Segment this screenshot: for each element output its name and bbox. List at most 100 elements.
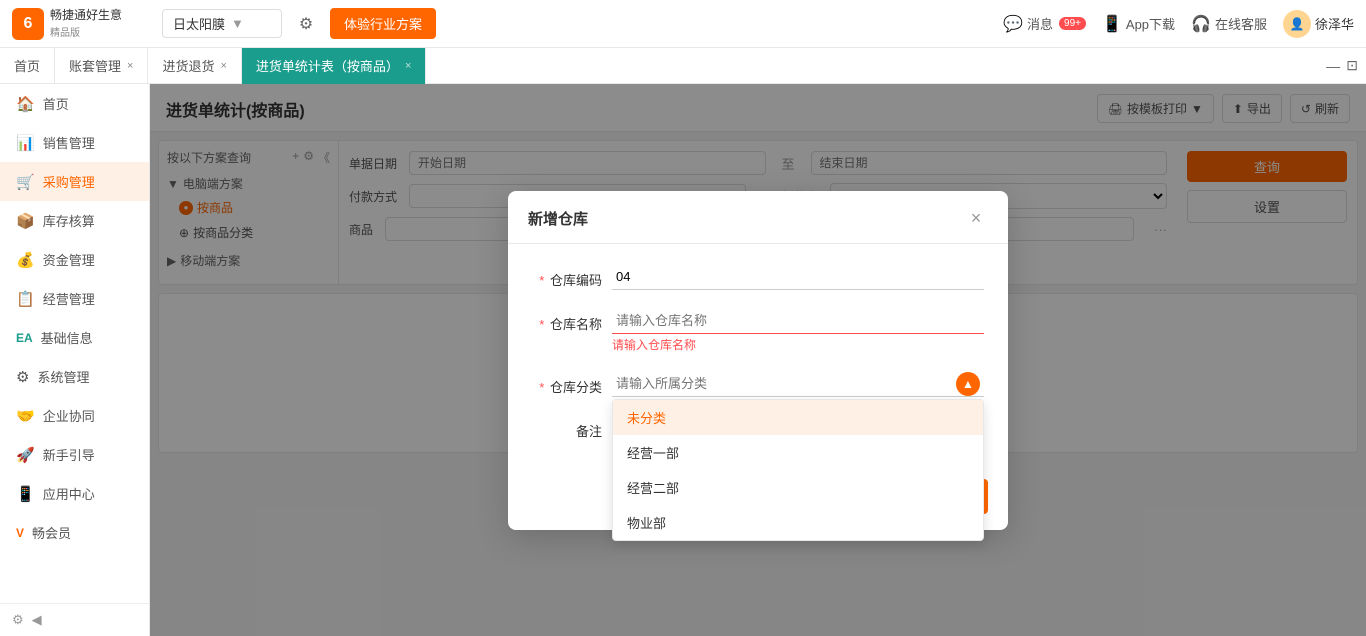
tab-purchase-stat[interactable]: 进货单统计表（按商品） × <box>242 48 426 84</box>
guide-icon: 🚀 <box>16 446 35 464</box>
sidebar-home-label: 首页 <box>43 94 69 113</box>
online-service-label: 在线客服 <box>1215 14 1267 33</box>
tab-account[interactable]: 账套管理 × <box>55 48 148 84</box>
sidebar-item-vip[interactable]: V 畅会员 <box>0 513 149 552</box>
name-field: 请输入仓库名称 <box>612 308 984 353</box>
category-label: * 仓库分类 <box>532 371 612 396</box>
sidebar-item-operation[interactable]: 📋 经营管理 <box>0 279 149 318</box>
dropdown-item-3[interactable]: 物业部 <box>613 505 983 540</box>
modal-close-btn[interactable]: × <box>964 207 988 231</box>
tab-purchase-stat-close-icon[interactable]: × <box>405 60 411 72</box>
tab-maximize-btn[interactable]: ⊡ <box>1346 57 1358 74</box>
dropdown-item-0[interactable]: 未分类 <box>613 400 983 435</box>
sidebar-operation-label: 经营管理 <box>43 289 95 308</box>
sidebar-collapse-icon[interactable]: ⚙ <box>12 612 24 628</box>
basic-icon: EA <box>16 331 33 345</box>
sales-icon: 📊 <box>16 134 35 152</box>
sidebar-item-purchase[interactable]: 🛒 采购管理 <box>0 162 149 201</box>
app-sub: 精品版 <box>50 24 122 39</box>
store-selector[interactable]: 日太阳膜 ▼ <box>162 9 282 38</box>
dropdown-item-2[interactable]: 经营二部 <box>613 470 983 505</box>
app-download-label: App下载 <box>1126 14 1175 33</box>
top-nav-right: 💬 消息 99+ 📱 App下载 🎧 在线客服 👤 徐泽华 <box>1003 10 1354 38</box>
sidebar-item-guide[interactable]: 🚀 新手引导 <box>0 435 149 474</box>
code-label: * 仓库编码 <box>532 264 612 289</box>
sidebar-item-inventory[interactable]: 📦 库存核算 <box>0 201 149 240</box>
headset-icon: 🎧 <box>1191 14 1211 34</box>
collab-icon: 🤝 <box>16 407 35 425</box>
store-arrow-icon: ▼ <box>231 16 244 31</box>
settings-icon-btn[interactable]: ⚙ <box>290 8 322 40</box>
trial-button[interactable]: 体验行业方案 <box>330 8 436 39</box>
tab-home-label: 首页 <box>14 56 40 75</box>
sidebar-finance-label: 资金管理 <box>43 250 95 269</box>
modal-body: * 仓库编码 * 仓库名称 <box>508 244 1008 469</box>
sidebar-bottom: ⚙ ◀ <box>0 603 149 636</box>
sidebar-app-label: 应用中心 <box>43 484 95 503</box>
form-row-name: * 仓库名称 请输入仓库名称 <box>532 308 984 353</box>
sidebar-arrow-icon[interactable]: ◀ <box>32 612 42 628</box>
sidebar-system-label: 系统管理 <box>37 367 89 386</box>
app-icon: 📱 <box>16 485 35 503</box>
sidebar-vip-label: 畅会员 <box>32 523 71 542</box>
modal-header: 新增仓库 × <box>508 191 1008 244</box>
online-service-btn[interactable]: 🎧 在线客服 <box>1191 14 1267 34</box>
remark-label: 备注 <box>532 415 612 440</box>
tabs-bar: 首页 账套管理 × 进货退货 × 进货单统计表（按商品） × — ⊡ <box>0 48 1366 84</box>
sidebar-item-finance[interactable]: 💰 资金管理 <box>0 240 149 279</box>
category-field: ▲ 未分类 经营一部 经营二部 物业部 <box>612 371 984 397</box>
sidebar-item-sales[interactable]: 📊 销售管理 <box>0 123 149 162</box>
top-navigation: 6 畅捷通好生意 精品版 日太阳膜 ▼ ⚙ 体验行业方案 💬 消息 99+ 📱 … <box>0 0 1366 48</box>
sidebar-item-system[interactable]: ⚙ 系统管理 <box>0 357 149 396</box>
tab-purchase-return-close-icon[interactable]: × <box>220 60 226 72</box>
code-input[interactable] <box>612 264 984 290</box>
name-error-msg: 请输入仓库名称 <box>612 336 984 353</box>
tab-purchase-return[interactable]: 进货退货 × <box>148 48 241 84</box>
inventory-icon: 📦 <box>16 212 35 230</box>
user-area[interactable]: 👤 徐泽华 <box>1283 10 1354 38</box>
tab-purchase-stat-label: 进货单统计表（按商品） <box>256 56 399 75</box>
main-layout: 🏠 首页 📊 销售管理 🛒 采购管理 📦 库存核算 💰 资金管理 📋 经营管理 … <box>0 84 1366 636</box>
logo-text-block: 畅捷通好生意 精品版 <box>50 8 122 39</box>
logo-area: 6 畅捷通好生意 精品版 <box>12 8 162 40</box>
tab-minimize-btn[interactable]: — <box>1326 58 1340 74</box>
messages-badge: 99+ <box>1059 17 1086 30</box>
tab-home[interactable]: 首页 <box>0 48 55 84</box>
name-label: * 仓库名称 <box>532 308 612 333</box>
sidebar-item-home[interactable]: 🏠 首页 <box>0 84 149 123</box>
operation-icon: 📋 <box>16 290 35 308</box>
sidebar-item-app[interactable]: 📱 应用中心 <box>0 474 149 513</box>
form-row-code: * 仓库编码 <box>532 264 984 290</box>
category-dropdown-toggle[interactable]: ▲ <box>956 372 980 396</box>
tab-account-label: 账套管理 <box>69 56 121 75</box>
modal-overlay: 新增仓库 × * 仓库编码 <box>150 84 1366 636</box>
required-star-category: * <box>539 380 544 395</box>
sidebar-sales-label: 销售管理 <box>43 133 95 152</box>
required-star-code: * <box>539 273 544 288</box>
name-input[interactable] <box>612 308 984 334</box>
messages-btn[interactable]: 💬 消息 99+ <box>1003 14 1086 34</box>
store-name: 日太阳膜 <box>173 14 225 33</box>
modal-title: 新增仓库 <box>528 208 588 229</box>
sidebar-purchase-label: 采购管理 <box>43 172 95 191</box>
messages-label: 消息 <box>1027 14 1053 33</box>
new-warehouse-modal: 新增仓库 × * 仓库编码 <box>508 191 1008 530</box>
top-nav-center: 日太阳膜 ▼ ⚙ 体验行业方案 <box>162 8 1003 40</box>
sidebar-item-collab[interactable]: 🤝 企业协同 <box>0 396 149 435</box>
avatar: 👤 <box>1283 10 1311 38</box>
logo-icon: 6 <box>12 8 44 40</box>
code-field <box>612 264 984 290</box>
tabs-right: — ⊡ <box>1318 57 1366 74</box>
category-input[interactable] <box>612 371 984 397</box>
finance-icon: 💰 <box>16 251 35 269</box>
app-download-btn[interactable]: 📱 App下载 <box>1102 14 1175 34</box>
dropdown-item-1[interactable]: 经营一部 <box>613 435 983 470</box>
purchase-icon: 🛒 <box>16 173 35 191</box>
category-select-wrapper: ▲ <box>612 371 984 397</box>
sidebar-item-basic[interactable]: EA 基础信息 <box>0 318 149 357</box>
mobile-icon: 📱 <box>1102 14 1122 34</box>
form-row-category: * 仓库分类 ▲ 未分类 经营一部 经 <box>532 371 984 397</box>
system-icon: ⚙ <box>16 368 29 386</box>
message-icon: 💬 <box>1003 14 1023 34</box>
tab-account-close-icon[interactable]: × <box>127 60 133 72</box>
